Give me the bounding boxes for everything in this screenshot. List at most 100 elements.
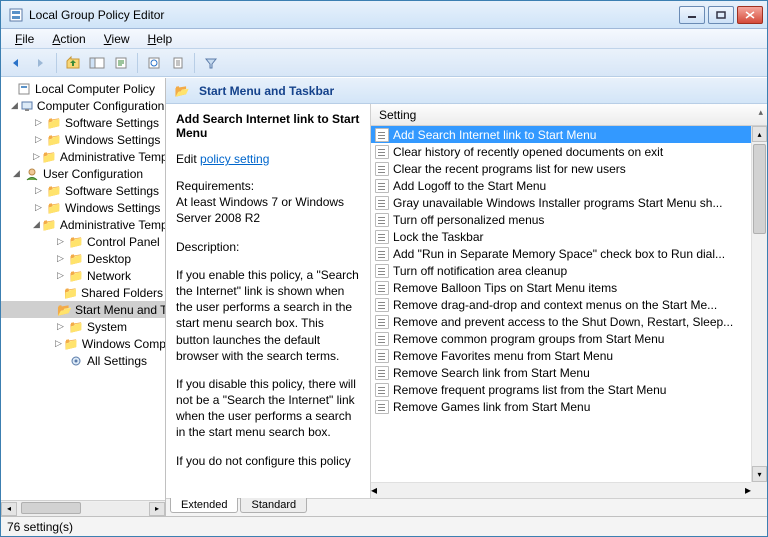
menu-view[interactable]: View (96, 31, 138, 47)
list-item-label: Remove Games link from Start Menu (393, 400, 590, 414)
policy-item-icon (375, 196, 389, 210)
tree-uc-software[interactable]: ▷📁Software Settings (1, 182, 165, 199)
scroll-left-icon[interactable]: ◂ (1, 502, 17, 516)
menu-help[interactable]: Help (140, 31, 181, 47)
list-item[interactable]: Remove drag-and-drop and context menus o… (371, 296, 751, 313)
list-column-header[interactable]: Setting ▴ (371, 104, 767, 126)
tree-cc-admin[interactable]: ▷📁Administrative Templates (1, 148, 165, 165)
policy-item-icon (375, 281, 389, 295)
scroll-down-icon[interactable]: ▾ (752, 466, 767, 482)
tree-uc-admin[interactable]: ◢📁Administrative Templates (1, 216, 165, 233)
tree-user-config[interactable]: ◢User Configuration (1, 165, 165, 182)
tree-desktop[interactable]: ▷📁Desktop (1, 250, 165, 267)
list-item-label: Clear history of recently opened documen… (393, 145, 663, 159)
up-button[interactable] (62, 52, 84, 74)
list-item[interactable]: Add Logoff to the Start Menu (371, 177, 751, 194)
list-item-label: Remove Favorites menu from Start Menu (393, 349, 613, 363)
scroll-up-icon[interactable]: ▴ (752, 126, 767, 142)
edit-policy-link[interactable]: policy setting (200, 152, 269, 166)
list-item[interactable]: Lock the Taskbar (371, 228, 751, 245)
tree-startmenu-taskbar[interactable]: 📂Start Menu and Taskbar (1, 301, 165, 318)
minimize-button[interactable] (679, 6, 705, 24)
description-pane: Add Search Internet link to Start Menu E… (166, 104, 371, 498)
policy-item-icon (375, 264, 389, 278)
list-item-label: Add "Run in Separate Memory Space" check… (393, 247, 725, 261)
tree-uc-windows[interactable]: ▷📁Windows Settings (1, 199, 165, 216)
tree-all-settings[interactable]: All Settings (1, 352, 165, 369)
description-label: Description: (176, 240, 239, 254)
tree-pane: Local Computer Policy ◢Computer Configur… (1, 78, 166, 516)
tree-cc-software[interactable]: ▷📁Software Settings (1, 114, 165, 131)
policy-item-icon (375, 179, 389, 193)
properties-button[interactable] (110, 52, 132, 74)
list-item[interactable]: Remove Games link from Start Menu (371, 398, 751, 415)
description-p3: If you do not configure this policy (176, 453, 360, 469)
list-item[interactable]: Remove Search link from Start Menu (371, 364, 751, 381)
tree-view[interactable]: Local Computer Policy ◢Computer Configur… (1, 78, 165, 500)
expand-icon[interactable]: ▷ (33, 117, 44, 128)
tree-network[interactable]: ▷📁Network (1, 267, 165, 284)
list-item-label: Turn off personalized menus (393, 213, 544, 227)
export-button[interactable] (167, 52, 189, 74)
list-item[interactable]: Turn off personalized menus (371, 211, 751, 228)
list-vscroll[interactable]: ▴ ▾ (751, 126, 767, 482)
policy-icon (16, 81, 32, 97)
tree-shared-folders[interactable]: 📁Shared Folders (1, 284, 165, 301)
list-item-label: Remove Search link from Start Menu (393, 366, 590, 380)
policy-item-icon (375, 298, 389, 312)
list-item-label: Remove Balloon Tips on Start Menu items (393, 281, 617, 295)
policy-item-icon (375, 162, 389, 176)
filter-button[interactable] (200, 52, 222, 74)
tree-system[interactable]: ▷📁System (1, 318, 165, 335)
view-tabs: Extended Standard (166, 498, 767, 516)
status-bar: 76 setting(s) (1, 516, 767, 536)
collapse-icon[interactable]: ◢ (11, 100, 18, 111)
policy-item-icon (375, 230, 389, 244)
list-item[interactable]: Turn off notification area cleanup (371, 262, 751, 279)
close-button[interactable] (737, 6, 763, 24)
list-item[interactable]: Gray unavailable Windows Installer progr… (371, 194, 751, 211)
settings-icon (68, 353, 84, 369)
show-hide-tree-button[interactable] (86, 52, 108, 74)
list-item[interactable]: Add "Run in Separate Memory Space" check… (371, 245, 751, 262)
list-item[interactable]: Clear the recent programs list for new u… (371, 160, 751, 177)
toolbar (1, 49, 767, 77)
maximize-button[interactable] (708, 6, 734, 24)
vscroll-thumb[interactable] (753, 144, 766, 234)
list-hscroll[interactable]: ◂ ▸ (371, 482, 751, 498)
tree-computer-config[interactable]: ◢Computer Configuration (1, 97, 165, 114)
tree-cc-windows[interactable]: ▷📁Windows Settings (1, 131, 165, 148)
tab-extended[interactable]: Extended (170, 498, 238, 513)
scroll-corner (751, 482, 767, 498)
list-item[interactable]: Clear history of recently opened documen… (371, 143, 751, 160)
menu-file[interactable]: File (7, 31, 42, 47)
folder-open-icon: 📂 (57, 302, 72, 318)
policy-item-icon (375, 315, 389, 329)
refresh-button[interactable] (143, 52, 165, 74)
list-item[interactable]: Remove common program groups from Start … (371, 330, 751, 347)
tree-hscroll[interactable]: ◂ ▸ (1, 500, 165, 516)
hscroll-thumb[interactable] (21, 502, 81, 514)
policy-item-icon (375, 213, 389, 227)
settings-list[interactable]: Add Search Internet link to Start Menu Cl… (371, 126, 751, 498)
tab-standard[interactable]: Standard (240, 498, 307, 513)
list-item[interactable]: Remove and prevent access to the Shut Do… (371, 313, 751, 330)
scroll-right-icon[interactable]: ▸ (149, 502, 165, 516)
list-item[interactable]: Remove Favorites menu from Start Menu (371, 347, 751, 364)
tree-root[interactable]: Local Computer Policy (1, 80, 165, 97)
back-button[interactable] (5, 52, 27, 74)
folder-icon: 📁 (46, 115, 62, 131)
list-item[interactable]: Remove frequent programs list from the S… (371, 381, 751, 398)
policy-item-icon (375, 247, 389, 261)
list-item-label: Remove frequent programs list from the S… (393, 383, 666, 397)
policy-item-icon (375, 349, 389, 363)
list-item[interactable]: Remove Balloon Tips on Start Menu items (371, 279, 751, 296)
list-item[interactable]: Add Search Internet link to Start Menu (371, 126, 751, 143)
list-item-label: Remove and prevent access to the Shut Do… (393, 315, 733, 329)
forward-button[interactable] (29, 52, 51, 74)
app-window: Local Group Policy Editor File Action Vi… (0, 0, 768, 537)
tree-control-panel[interactable]: ▷📁Control Panel (1, 233, 165, 250)
menu-action[interactable]: Action (44, 31, 93, 47)
list-item-label: Turn off notification area cleanup (393, 264, 567, 278)
tree-windows-components[interactable]: ▷📁Windows Components (1, 335, 165, 352)
